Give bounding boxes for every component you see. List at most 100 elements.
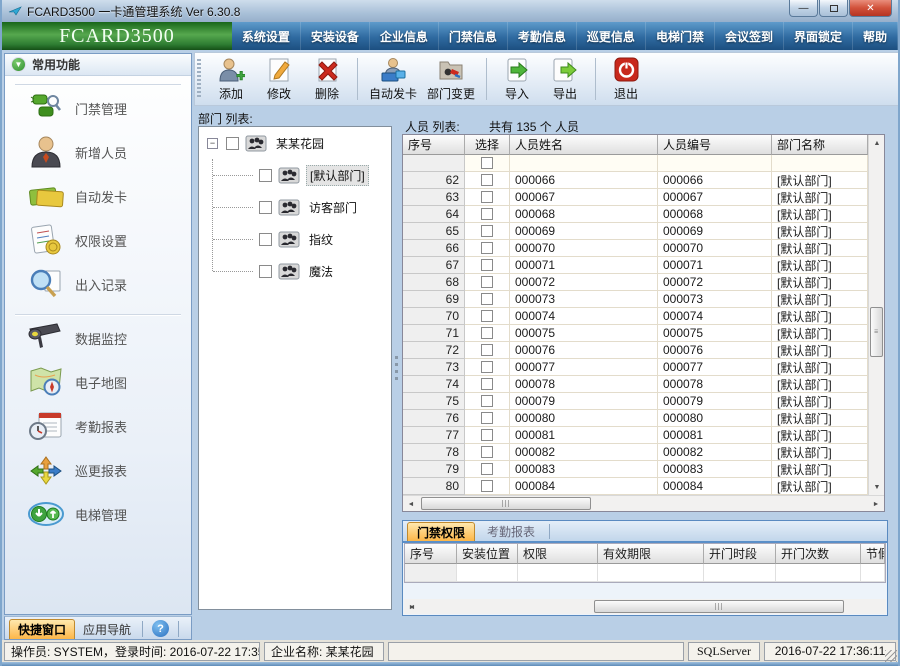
col-header-select[interactable]: 选择 (465, 135, 510, 155)
row-checkbox[interactable] (481, 344, 493, 356)
perm-col-opencount[interactable]: 开门次数 (776, 544, 861, 564)
tab-access-permission[interactable]: 门禁权限 (407, 522, 475, 541)
table-row[interactable]: 65 000069 000069 [默认部门] (403, 223, 868, 240)
menu-item[interactable]: 企业信息 (370, 22, 439, 50)
table-row[interactable]: 77 000081 000081 [默认部门] (403, 427, 868, 444)
scroll-left-icon[interactable]: ◄ (403, 496, 419, 512)
table-row[interactable]: 80 000084 000084 [默认部门] (403, 478, 868, 495)
row-checkbox[interactable] (481, 395, 493, 407)
delete-button[interactable]: 删除 (303, 55, 351, 104)
tree-node-label[interactable]: 魔法 (306, 262, 336, 281)
menu-item[interactable]: 系统设置 (232, 22, 301, 50)
tree-checkbox[interactable] (226, 137, 239, 150)
table-row[interactable]: 73 000077 000077 [默认部门] (403, 359, 868, 376)
maximize-button[interactable] (819, 0, 848, 17)
row-checkbox[interactable] (481, 174, 493, 186)
horizontal-scrollbar[interactable]: ◄ ||| ► (403, 495, 884, 511)
vertical-scrollbar[interactable]: ▲ ≡ ▼ (868, 135, 884, 495)
perm-col-timeslot[interactable]: 开门时段 (704, 544, 776, 564)
row-checkbox[interactable] (481, 378, 493, 390)
menu-item[interactable]: 帮助 (853, 22, 898, 50)
horizontal-scrollbar[interactable]: ◄ ||| ► (404, 599, 886, 614)
sidebar-item-records[interactable]: 出入记录 (5, 262, 191, 306)
import-button[interactable]: 导入 (493, 55, 541, 104)
sidebar-item-auto-card[interactable]: 自动发卡 (5, 174, 191, 218)
sidebar-item-permission[interactable]: 权限设置 (5, 218, 191, 262)
sidebar-item-monitor[interactable]: 数据监控 (5, 316, 191, 360)
table-row[interactable]: 68 000072 000072 [默认部门] (403, 274, 868, 291)
collapse-panel-icon[interactable]: ▼ (11, 57, 26, 72)
perm-col-validity[interactable]: 有效期限 (598, 544, 704, 564)
help-icon[interactable]: ? (152, 620, 169, 637)
menu-item[interactable]: 门禁信息 (439, 22, 508, 50)
row-checkbox[interactable] (481, 310, 493, 322)
select-all-checkbox[interactable] (481, 157, 493, 169)
row-checkbox[interactable] (481, 242, 493, 254)
sidebar-item-emap[interactable]: 电子地图 (5, 360, 191, 404)
perm-col-location[interactable]: 安装位置 (457, 544, 518, 564)
row-checkbox[interactable] (481, 327, 493, 339)
table-row[interactable]: 67 000071 000071 [默认部门] (403, 257, 868, 274)
tree-node-label[interactable]: 访客部门 (306, 198, 360, 217)
scroll-up-icon[interactable]: ▲ (869, 135, 885, 151)
sidebar-item-attendance[interactable]: 考勤报表 (5, 404, 191, 448)
row-checkbox[interactable] (481, 225, 493, 237)
tree-checkbox[interactable] (259, 169, 272, 182)
filter-name-cell[interactable] (510, 155, 658, 172)
minimize-button[interactable]: — (789, 0, 818, 17)
menu-item[interactable]: 安装设备 (301, 22, 370, 50)
row-checkbox[interactable] (481, 446, 493, 458)
table-row[interactable]: 64 000068 000068 [默认部门] (403, 206, 868, 223)
row-checkbox[interactable] (481, 191, 493, 203)
tree-node-label[interactable]: 指纹 (306, 230, 336, 249)
filter-dept-cell[interactable] (772, 155, 868, 172)
scrollbar-thumb[interactable]: ≡ (870, 307, 883, 357)
tree-checkbox[interactable] (259, 265, 272, 278)
perm-col-seq[interactable]: 序号 (405, 544, 457, 564)
table-row[interactable]: 78 000082 000082 [默认部门] (403, 444, 868, 461)
table-row[interactable]: 75 000079 000079 [默认部门] (403, 393, 868, 410)
row-checkbox[interactable] (481, 293, 493, 305)
table-row[interactable]: 63 000067 000067 [默认部门] (403, 189, 868, 206)
edit-button[interactable]: 修改 (255, 55, 303, 104)
row-checkbox[interactable] (481, 412, 493, 424)
table-row[interactable]: 69 000073 000073 [默认部门] (403, 291, 868, 308)
filter-code-cell[interactable] (658, 155, 772, 172)
menu-item[interactable]: 电梯门禁 (646, 22, 715, 50)
scroll-right-icon[interactable]: ► (404, 599, 420, 615)
row-checkbox[interactable] (481, 429, 493, 441)
row-checkbox[interactable] (481, 361, 493, 373)
sidebar-item-add-person[interactable]: 新增人员 (5, 130, 191, 174)
row-checkbox[interactable] (481, 463, 493, 475)
col-header-code[interactable]: 人员编号 (658, 135, 772, 155)
add-button[interactable]: 添加 (207, 55, 255, 104)
scrollbar-thumb[interactable]: ||| (594, 600, 844, 613)
vertical-splitter[interactable] (393, 126, 400, 610)
table-row[interactable]: 76 000080 000080 [默认部门] (403, 410, 868, 427)
row-checkbox[interactable] (481, 208, 493, 220)
col-header-seq[interactable]: 序号 (403, 135, 465, 155)
tree-checkbox[interactable] (259, 233, 272, 246)
menu-item[interactable]: 会议签到 (715, 22, 784, 50)
row-checkbox[interactable] (481, 480, 493, 492)
dept-change-button[interactable]: 部门变更 (422, 55, 480, 104)
close-button[interactable]: ✕ (849, 0, 892, 17)
exit-button[interactable]: 退出 (602, 55, 650, 104)
tree-node-label[interactable]: 某某花园 (273, 134, 327, 153)
table-row[interactable]: 79 000083 000083 [默认部门] (403, 461, 868, 478)
col-header-dept[interactable]: 部门名称 (772, 135, 868, 155)
row-checkbox[interactable] (481, 276, 493, 288)
toolbar-grip[interactable] (197, 59, 201, 99)
collapse-node-icon[interactable]: − (207, 138, 218, 149)
sidebar-item-access-mgmt[interactable]: 门禁管理 (5, 86, 191, 130)
scrollbar-thumb[interactable]: ||| (421, 497, 591, 510)
tab-quick-window[interactable]: 快捷窗口 (9, 619, 75, 639)
perm-col-permission[interactable]: 权限 (518, 544, 598, 564)
tab-app-navigation[interactable]: 应用导航 (75, 619, 139, 639)
table-row[interactable]: 70 000074 000074 [默认部门] (403, 308, 868, 325)
tree-node-label[interactable]: [默认部门] (306, 165, 369, 186)
table-row[interactable]: 62 000066 000066 [默认部门] (403, 172, 868, 189)
sidebar-item-elevator[interactable]: 电梯管理 (5, 492, 191, 536)
table-row[interactable]: 71 000075 000075 [默认部门] (403, 325, 868, 342)
table-row[interactable]: 66 000070 000070 [默认部门] (403, 240, 868, 257)
